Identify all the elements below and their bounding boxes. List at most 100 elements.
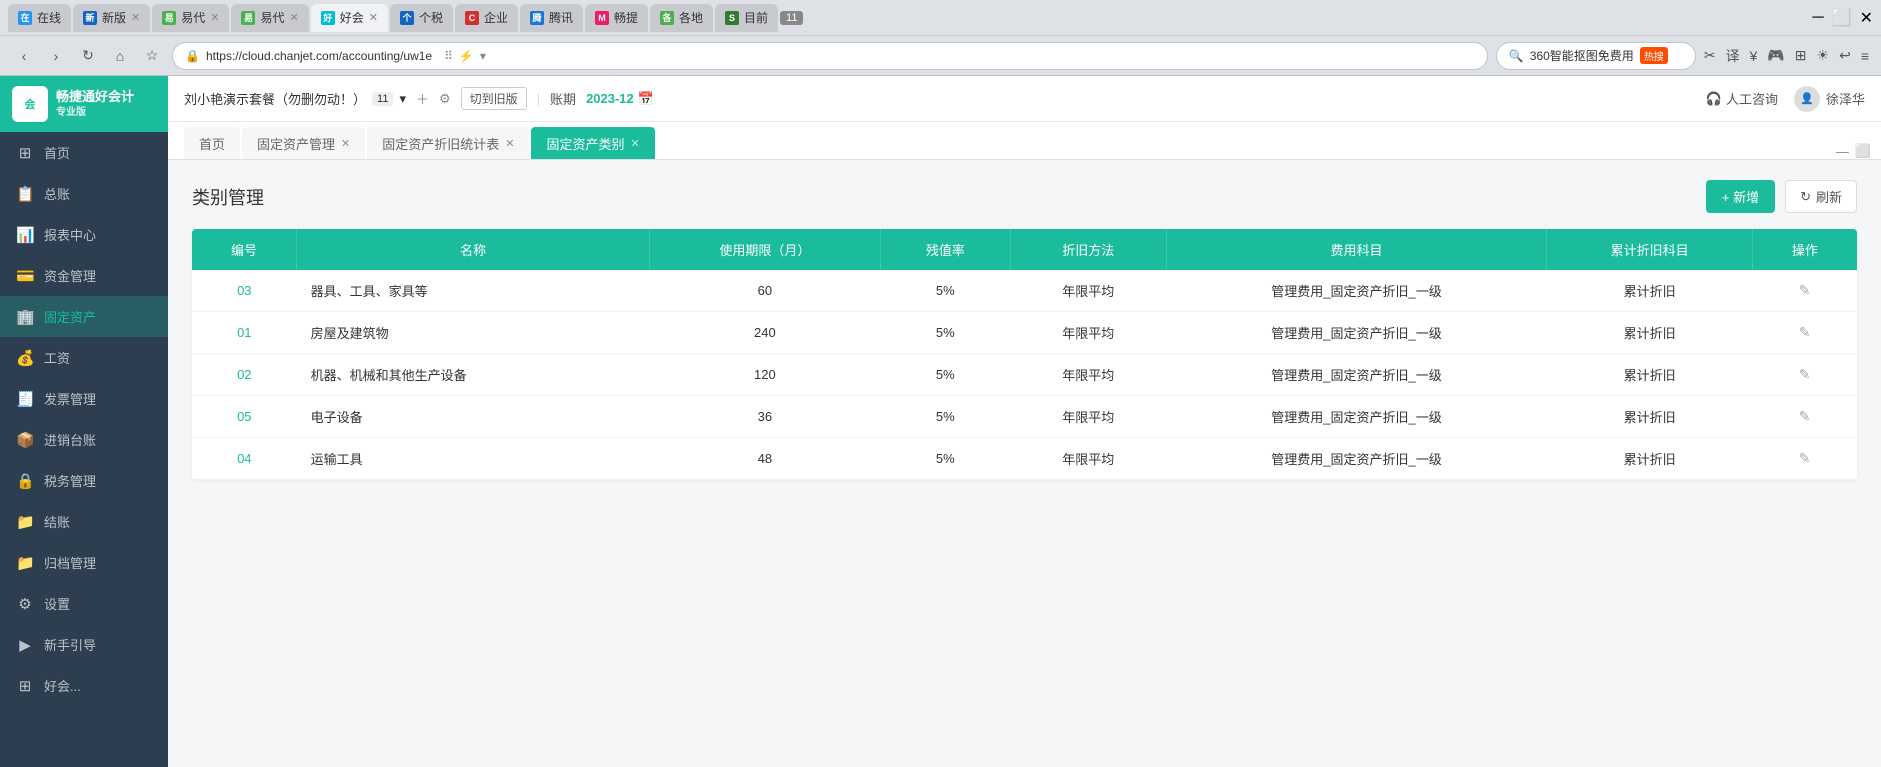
browser-tab-muqian[interactable]: S 目前	[715, 4, 778, 32]
col-residual: 残值率	[880, 229, 1011, 270]
sidebar-item-archive[interactable]: 📁 归档管理	[0, 542, 168, 583]
cell-action-3[interactable]: ✎	[1752, 396, 1857, 438]
home-button[interactable]: ⌂	[108, 44, 132, 68]
period-calendar-icon[interactable]: 📅	[638, 91, 654, 107]
tab-close-yidai1[interactable]: ✕	[210, 11, 219, 24]
tab-favicon-gedi: 各	[660, 11, 674, 25]
translate-icon[interactable]: 译	[1726, 46, 1740, 66]
edit-icon-2[interactable]: ✎	[1799, 366, 1811, 382]
sidebar-item-tax[interactable]: 🔒 税务管理	[0, 460, 168, 501]
browser-tab-haohui[interactable]: 好 好会 ✕	[311, 4, 388, 32]
sidebar-item-home[interactable]: ⊞ 首页	[0, 132, 168, 173]
window-maximize[interactable]: ⬜	[1832, 8, 1852, 28]
tab-label-muqian: 目前	[744, 9, 768, 26]
sidebar-item-guide[interactable]: ▶ 新手引导	[0, 624, 168, 665]
browser-tab-gedi[interactable]: 各 各地	[650, 4, 713, 32]
page-tabs: 首页 固定资产管理 ✕ 固定资产折旧统计表 ✕ 固定资产类别 ✕ — ⬜	[168, 122, 1881, 160]
browser-tab-qiye[interactable]: C 企业	[455, 4, 518, 32]
page-tab-fixed-assets-mgmt[interactable]: 固定资产管理 ✕	[242, 127, 365, 159]
menu-icon[interactable]: ≡	[1861, 48, 1869, 64]
cell-expense-4: 管理费用_固定资产折旧_一级	[1166, 438, 1547, 480]
sidebar-item-payroll[interactable]: 💰 工资	[0, 337, 168, 378]
browser-tab-online[interactable]: 在 在线	[8, 4, 71, 32]
user-avatar: 👤	[1794, 86, 1820, 112]
sidebar-item-fixed-assets[interactable]: 🏢 固定资产	[0, 296, 168, 337]
headset-icon: 🎧	[1706, 91, 1722, 107]
sun-icon[interactable]: ☀	[1817, 47, 1830, 64]
browser-tab-tengxun[interactable]: 腾 腾讯	[520, 4, 583, 32]
page-title: 类别管理	[192, 184, 264, 210]
edit-icon-3[interactable]: ✎	[1799, 408, 1811, 424]
sidebar-item-reports[interactable]: 📊 报表中心	[0, 214, 168, 255]
edit-icon-0[interactable]: ✎	[1799, 282, 1811, 298]
sidebar-item-inventory[interactable]: 📦 进销台账	[0, 419, 168, 460]
username: 徐泽华	[1826, 89, 1865, 108]
sidebar-item-funds[interactable]: 💳 资金管理	[0, 255, 168, 296]
customer-service[interactable]: 🎧 人工咨询	[1706, 89, 1778, 108]
tab-label-gedi: 各地	[679, 9, 703, 26]
topbar-settings-icon[interactable]: ⚙	[439, 91, 451, 107]
company-select[interactable]: 刘小艳演示套餐（勿删勿动！） 11 ▾	[184, 89, 406, 108]
page-tab-depreciation-table[interactable]: 固定资产折旧统计表 ✕	[367, 127, 529, 159]
browser-tab-yidai2[interactable]: 易 易代 ✕	[231, 4, 308, 32]
sidebar-item-more-label: 好会...	[44, 676, 81, 695]
tab-label-geshui: 个税	[419, 9, 443, 26]
window-minimize[interactable]: ─	[1812, 9, 1823, 27]
sidebar-item-settings[interactable]: ⚙ 设置	[0, 583, 168, 624]
reload-button[interactable]: ↻	[76, 44, 100, 68]
data-table: 编号 名称 使用期限（月） 残值率 折旧方法 费用科目 累计折旧科目 操作 03…	[192, 229, 1857, 480]
tab-label-yidai1: 易代	[181, 9, 205, 26]
edit-icon-1[interactable]: ✎	[1799, 324, 1811, 340]
page-tab-depreciation-table-close[interactable]: ✕	[505, 137, 514, 150]
browser-tab-new[interactable]: 新 新版 ✕	[73, 4, 150, 32]
browser-tab-yidai1[interactable]: 易 易代 ✕	[152, 4, 229, 32]
tab-close-new[interactable]: ✕	[131, 11, 140, 24]
bookmark-button[interactable]: ☆	[140, 44, 164, 68]
refresh-button[interactable]: ↻ 刷新	[1785, 180, 1857, 213]
cell-method-4: 年限平均	[1011, 438, 1166, 480]
grid-icon[interactable]: ⊞	[1795, 47, 1807, 64]
page-expand-icon[interactable]: ⬜	[1855, 143, 1871, 159]
game-icon[interactable]: 🎮	[1767, 47, 1784, 64]
add-button[interactable]: + 新增	[1706, 180, 1775, 213]
page-tab-category[interactable]: 固定资产类别 ✕	[531, 127, 654, 159]
cell-action-4[interactable]: ✎	[1752, 438, 1857, 480]
cell-code-0: 03	[192, 270, 297, 312]
forward-button[interactable]: ›	[44, 44, 68, 68]
sidebar-item-more[interactable]: ⊞ 好会...	[0, 665, 168, 706]
cell-action-1[interactable]: ✎	[1752, 312, 1857, 354]
cell-action-0[interactable]: ✎	[1752, 270, 1857, 312]
sidebar-item-settlement[interactable]: 📁 结账	[0, 501, 168, 542]
browser-tab-geshui[interactable]: 个 个税	[390, 4, 453, 32]
scissors-icon[interactable]: ✂	[1704, 47, 1716, 64]
tab-count-badge[interactable]: 11	[780, 11, 803, 25]
topbar-add-icon[interactable]: ＋	[416, 89, 429, 108]
user-area[interactable]: 👤 徐泽华	[1794, 86, 1865, 112]
search-icon: 🔍	[1509, 49, 1524, 63]
search-text: 360智能抠图免费用	[1530, 47, 1634, 64]
page-tab-category-close[interactable]: ✕	[631, 137, 640, 150]
tab-favicon-haohui: 好	[321, 11, 335, 25]
page-tab-home[interactable]: 首页	[184, 127, 240, 159]
page-tab-fixed-assets-mgmt-close[interactable]: ✕	[341, 137, 350, 150]
url-bar[interactable]: 🔒 https://cloud.chanjet.com/accounting/u…	[172, 42, 1488, 70]
tab-favicon-online: 在	[18, 11, 32, 25]
edit-icon-4[interactable]: ✎	[1799, 450, 1811, 466]
switch-version-button[interactable]: 切到旧版	[461, 87, 527, 110]
cell-action-2[interactable]: ✎	[1752, 354, 1857, 396]
tab-close-haohui[interactable]: ✕	[369, 11, 378, 24]
back-button[interactable]: ‹	[12, 44, 36, 68]
coin-icon[interactable]: ¥	[1750, 48, 1758, 64]
browser-tab-changti[interactable]: M 畅提	[585, 4, 648, 32]
tab-close-yidai2[interactable]: ✕	[290, 11, 299, 24]
undo-icon[interactable]: ↩	[1839, 47, 1851, 64]
sidebar-item-invoice[interactable]: 🧾 发票管理	[0, 378, 168, 419]
tab-favicon-changti: M	[595, 11, 609, 25]
page-minimize-icon[interactable]: —	[1836, 144, 1849, 159]
window-close[interactable]: ✕	[1860, 8, 1873, 28]
address-bar: ‹ › ↻ ⌂ ☆ 🔒 https://cloud.chanjet.com/ac…	[0, 36, 1881, 76]
search-bar[interactable]: 🔍 360智能抠图免费用 热搜	[1496, 42, 1696, 70]
sidebar-item-ledger[interactable]: 📋 总账	[0, 173, 168, 214]
table-row: 04 运输工具 48 5% 年限平均 管理费用_固定资产折旧_一级 累计折旧 ✎	[192, 438, 1857, 480]
dropdown-icon: ▾	[480, 49, 486, 63]
